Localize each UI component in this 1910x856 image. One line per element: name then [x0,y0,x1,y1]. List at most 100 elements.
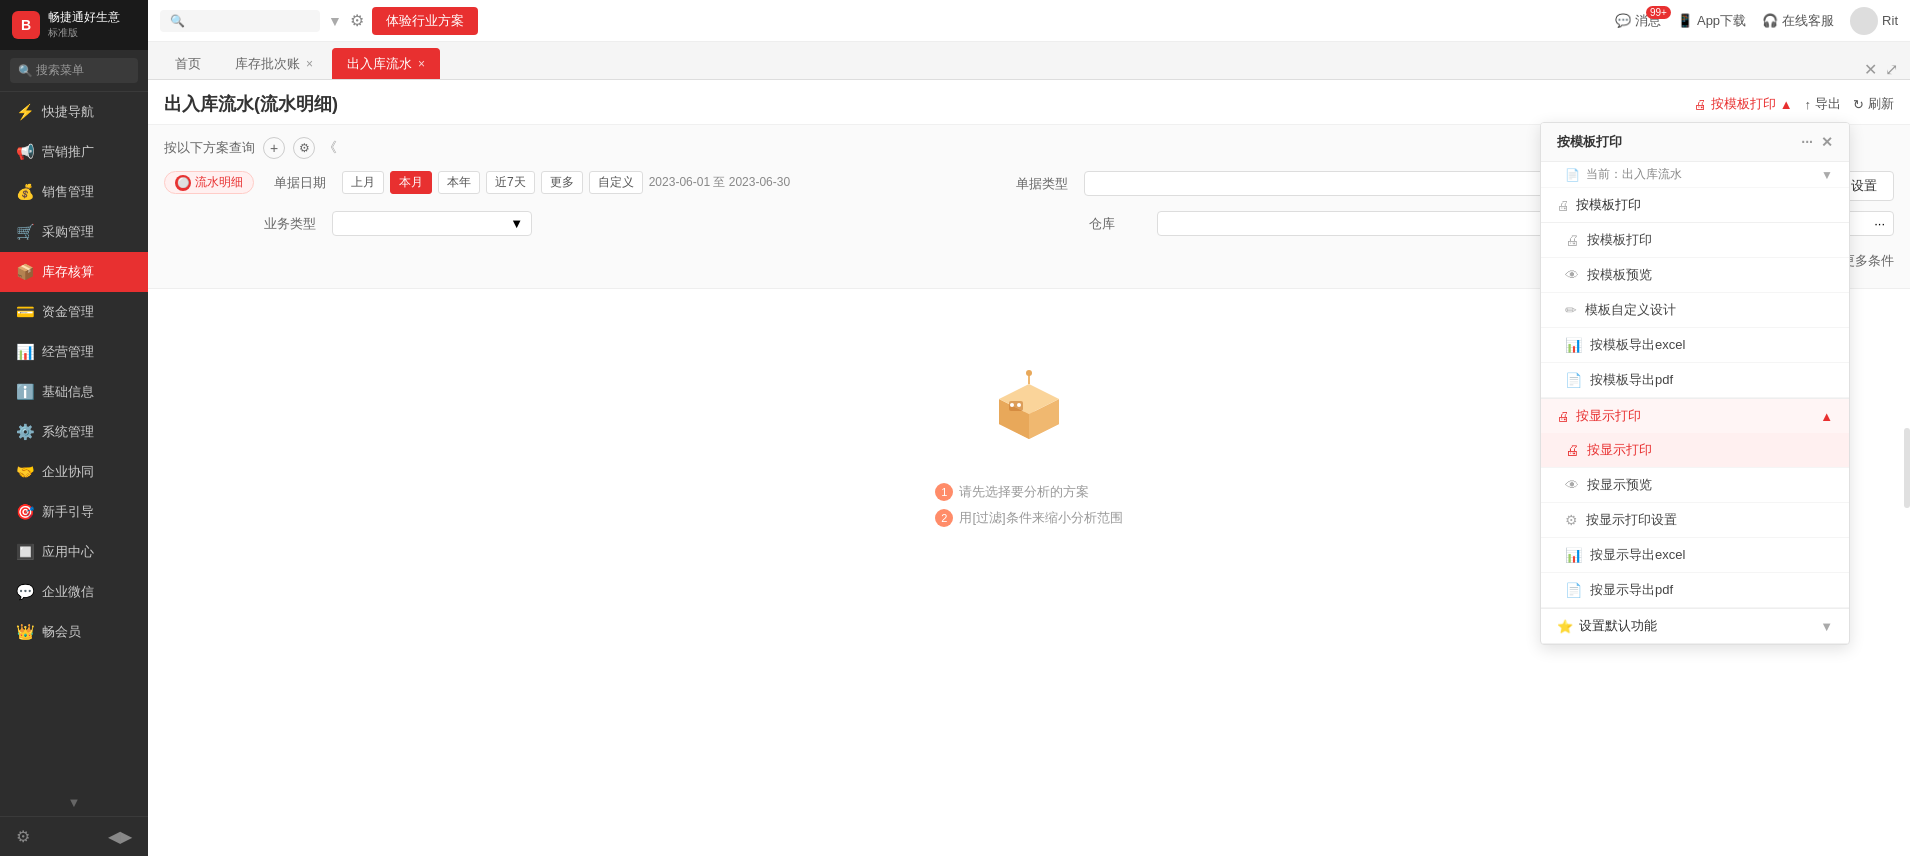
tab-inventory-batch[interactable]: 库存批次账 × [220,48,328,79]
sidebar-item-marketing[interactable]: 📢 营销推广 [0,132,148,172]
print-item-display-excel[interactable]: 📊 按显示导出excel [1541,538,1849,573]
export-label: 导出 [1815,95,1841,113]
filter-setting-button[interactable]: ⚙ [293,137,315,159]
print-item-template-preview[interactable]: 👁 按模板预览 [1541,258,1849,293]
sidebar-item-management[interactable]: 📊 经营管理 [0,332,148,372]
settings-gear-icon[interactable]: ⚙ [16,827,30,846]
display-print-chevron[interactable]: ▲ [1820,409,1833,424]
sidebar-item-base-info[interactable]: ℹ️ 基础信息 [0,372,148,412]
sidebar-item-label: 基础信息 [42,383,94,401]
member-icon: 👑 [16,623,34,641]
global-search[interactable]: 🔍 [160,10,320,32]
sidebar-scroll-down[interactable]: ▼ [0,789,148,816]
industry-solution-button[interactable]: 体验行业方案 [372,7,478,35]
inventory-icon: 📦 [16,263,34,281]
maximize-window-icon[interactable]: ⤢ [1885,60,1898,79]
empty-steps: 1 请先选择要分析的方案 2 用[过滤]条件来缩小分析范围 [935,479,1122,531]
print-item-display-print-settings[interactable]: ⚙ 按显示打印设置 [1541,503,1849,538]
sidebar-item-label: 营销推广 [42,143,94,161]
topbar-settings-icon[interactable]: ⚙ [350,11,364,30]
export-btn[interactable]: ↑ 导出 [1805,95,1842,113]
print-item-display-preview[interactable]: 👁 按显示预览 [1541,468,1849,503]
set-default-chevron[interactable]: ▼ [1820,619,1833,634]
app-download-btn[interactable]: 📱 App下载 [1677,12,1746,30]
print-item-display-pdf[interactable]: 📄 按显示导出pdf [1541,573,1849,608]
date-btn-custom[interactable]: 自定义 [589,171,643,194]
print-template-label: 按模板打印 [1711,95,1776,113]
sidebar-search-area[interactable]: 🔍 搜索菜单 [0,50,148,92]
refresh-btn[interactable]: ↻ 刷新 [1853,95,1894,113]
print-template-section-icon: 🖨 [1557,198,1570,213]
print-item-template-print[interactable]: 🖨 按模板打印 [1541,223,1849,258]
close-window-icon[interactable]: ✕ [1864,60,1877,79]
tab-home[interactable]: 首页 [160,48,216,79]
print-item-display-pdf-label: 按显示导出pdf [1590,581,1673,599]
sidebar-item-member[interactable]: 👑 畅会员 [0,612,148,652]
filter-label: 按以下方案查询 [164,139,255,157]
filter-biztype-select[interactable]: ▼ [332,211,532,236]
date-btn-this-month[interactable]: 本月 [390,171,432,194]
set-default-header[interactable]: ⭐ 设置默认功能 ▼ [1541,609,1849,644]
warehouse-more-icon[interactable]: ··· [1874,216,1885,231]
svg-point-5 [1010,403,1014,407]
print-item-template-print-label: 按模板打印 [1587,231,1652,249]
sidebar-item-system[interactable]: ⚙️ 系统管理 [0,412,148,452]
display-print-group-header[interactable]: 🖨 按显示打印 ▲ [1541,399,1849,433]
user-avatar [1850,7,1878,35]
template-print-label: 按模板打印 [1576,196,1641,214]
sidebar-item-app-center[interactable]: 🔲 应用中心 [0,532,148,572]
topbar-left: 🔍 ▼ ⚙ 体验行业方案 [160,7,478,35]
collapse-sidebar-icon[interactable]: ◀▶ [108,827,132,846]
current-template-chevron[interactable]: ▼ [1821,168,1833,182]
current-template-label: 当前：出入库流水 [1586,166,1682,183]
filter-tag-flow[interactable]: ⚪ 流水明细 [164,171,254,194]
tab-flow-water[interactable]: 出入库流水 × [332,48,440,79]
user-profile-btn[interactable]: Rit [1850,7,1898,35]
filter-warehouse-label: 仓库 [1089,215,1149,233]
date-btn-more[interactable]: 更多 [541,171,583,194]
online-service-btn[interactable]: 🎧 在线客服 [1762,12,1834,30]
sidebar-item-label: 应用中心 [42,543,94,561]
sidebar-item-purchase[interactable]: 🛒 采购管理 [0,212,148,252]
sidebar-item-label: 快捷导航 [42,103,94,121]
print-item-template-pdf[interactable]: 📄 按模板导出pdf [1541,363,1849,398]
sidebar-item-quick-nav[interactable]: ⚡ 快捷导航 [0,92,148,132]
date-btn-last-month[interactable]: 上月 [342,171,384,194]
print-template-btn[interactable]: 🖨 按模板打印 ▲ [1694,95,1793,113]
sidebar-item-inventory[interactable]: 📦 库存核算 [0,252,148,292]
sidebar-item-sales[interactable]: 💰 销售管理 [0,172,148,212]
messages-btn[interactable]: 💬 消息 99+ [1615,12,1661,30]
sidebar-item-label: 库存核算 [42,263,94,281]
tab-close-flow-water[interactable]: × [418,57,425,71]
page-title: 出入库流水(流水明细) [164,92,338,116]
tabbar: 首页 库存批次账 × 出入库流水 × ✕ ⤢ [148,42,1910,80]
sidebar-item-enterprise[interactable]: 🤝 企业协同 [0,452,148,492]
tab-home-label: 首页 [175,55,201,73]
display-print-icon: 🖨 [1565,442,1579,458]
sidebar-item-newuser[interactable]: 🎯 新手引导 [0,492,148,532]
set-default-icon: ⭐ [1557,619,1573,634]
template-print-header[interactable]: 🖨 按模板打印 [1541,188,1849,223]
print-header-close-icon[interactable]: ✕ [1821,134,1833,150]
print-dropdown-chevron[interactable]: ▲ [1780,97,1793,112]
sidebar-search-btn[interactable]: 🔍 搜索菜单 [10,58,138,83]
tab-inventory-batch-label: 库存批次账 [235,55,300,73]
tab-close-inventory-batch[interactable]: × [306,57,313,71]
sidebar-item-wechat[interactable]: 💬 企业微信 [0,572,148,612]
topbar-dropdown-icon[interactable]: ▼ [328,13,342,29]
print-item-template-custom[interactable]: ✏ 模板自定义设计 [1541,293,1849,328]
print-item-display-print[interactable]: 🖨 按显示打印 [1541,433,1849,468]
filter-doctype-label: 单据类型 [1016,175,1076,193]
sidebar-item-finance[interactable]: 💳 资金管理 [0,292,148,332]
print-item-excel-icon: 📊 [1565,337,1582,353]
print-item-template-custom-label: 模板自定义设计 [1585,301,1676,319]
filter-add-button[interactable]: + [263,137,285,159]
print-item-template-excel[interactable]: 📊 按模板导出excel [1541,328,1849,363]
date-btn-7days[interactable]: 近7天 [486,171,535,194]
sales-icon: 💰 [16,183,34,201]
print-header-more-icon[interactable]: ··· [1801,134,1813,150]
right-scrollbar[interactable] [1904,428,1910,508]
date-btn-this-year[interactable]: 本年 [438,171,480,194]
app-logo: B 畅捷通好生意 标准版 [0,0,148,50]
filter-collapse-button[interactable]: 《 [323,139,337,157]
